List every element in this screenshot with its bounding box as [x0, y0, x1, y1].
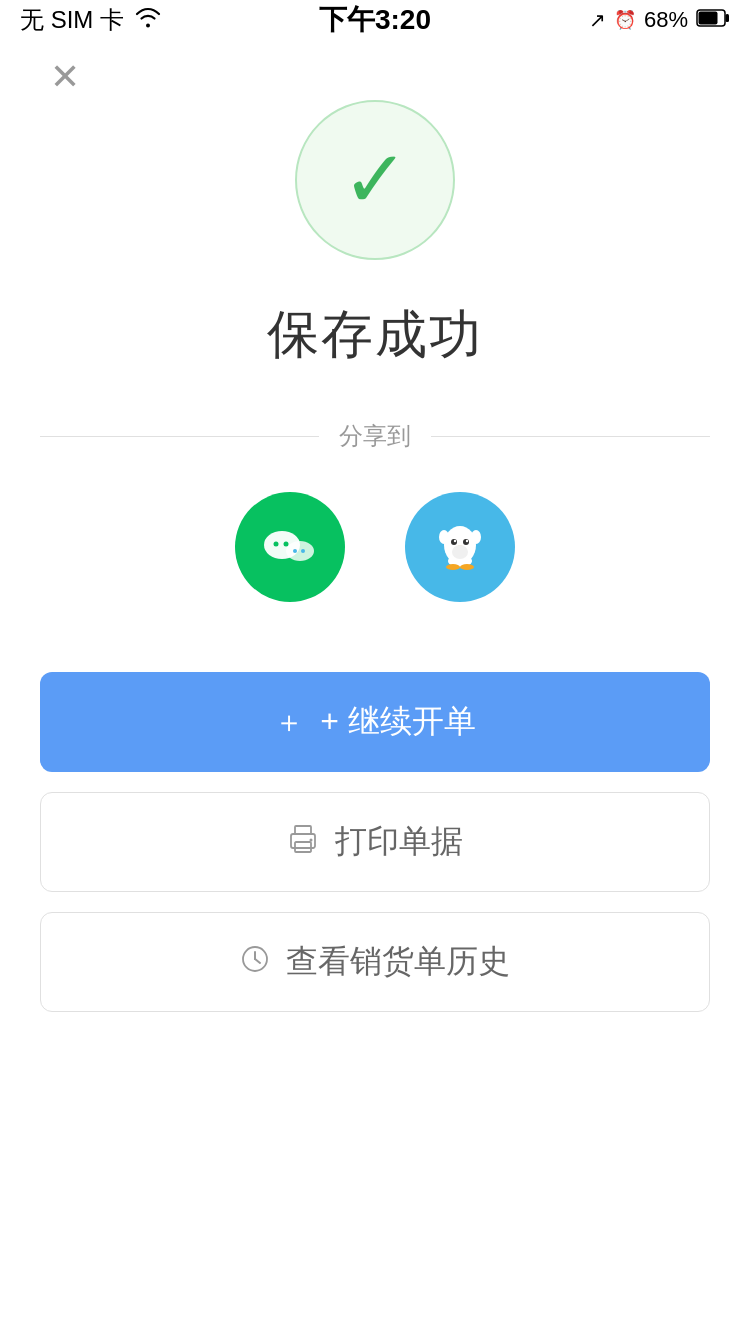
- continue-label: + 继续开单: [320, 700, 476, 744]
- alarm-icon: ⏰: [614, 9, 636, 31]
- plus-icon: ＋: [274, 702, 304, 743]
- wechat-share-button[interactable]: [235, 492, 345, 602]
- wifi-icon: [134, 6, 162, 34]
- svg-rect-2: [699, 12, 718, 25]
- wechat-icon: [258, 515, 322, 579]
- success-title: 保存成功: [267, 300, 483, 370]
- divider-line-right: [431, 436, 710, 437]
- svg-point-19: [446, 564, 460, 570]
- svg-point-4: [286, 541, 314, 561]
- status-right: ↗ ⏰ 68%: [589, 7, 730, 33]
- svg-rect-23: [295, 842, 311, 852]
- share-divider: 分享到: [0, 420, 750, 452]
- continue-button[interactable]: ＋ + 继续开单: [40, 672, 710, 772]
- status-bar: 无 SIM 卡 下午3:20 ↗ ⏰ 68%: [0, 0, 750, 40]
- history-label: 查看销货单历史: [286, 940, 510, 984]
- svg-point-6: [284, 542, 289, 547]
- svg-point-18: [452, 545, 468, 559]
- no-sim-text: 无 SIM 卡: [20, 4, 124, 36]
- svg-point-12: [463, 539, 469, 545]
- svg-point-5: [274, 542, 279, 547]
- svg-point-17: [471, 530, 481, 544]
- svg-point-16: [439, 530, 449, 544]
- print-label: 打印单据: [335, 820, 463, 864]
- svg-line-27: [255, 959, 260, 963]
- svg-point-13: [454, 540, 456, 542]
- location-icon: ↗: [589, 8, 606, 32]
- success-circle: ✓: [295, 100, 455, 260]
- print-button[interactable]: 打印单据: [40, 792, 710, 892]
- printer-icon: [287, 824, 319, 861]
- main-content: ✓ 保存成功 分享到: [0, 40, 750, 1012]
- status-left: 无 SIM 卡: [20, 4, 162, 36]
- clock-icon: [240, 944, 270, 981]
- svg-rect-1: [726, 14, 730, 22]
- svg-point-8: [301, 549, 305, 553]
- close-button[interactable]: ✕: [40, 52, 90, 102]
- divider-line-left: [40, 436, 319, 437]
- qq-share-button[interactable]: [405, 492, 515, 602]
- history-button[interactable]: 查看销货单历史: [40, 912, 710, 1012]
- share-icons: [235, 492, 515, 602]
- share-to-label: 分享到: [319, 420, 431, 452]
- status-time: 下午3:20: [319, 1, 431, 39]
- battery-percent: 68%: [644, 7, 688, 33]
- svg-point-24: [310, 838, 313, 841]
- close-icon: ✕: [50, 56, 80, 98]
- svg-point-7: [293, 549, 297, 553]
- svg-point-14: [466, 540, 468, 542]
- svg-point-11: [451, 539, 457, 545]
- svg-point-20: [460, 564, 474, 570]
- svg-rect-22: [295, 826, 311, 834]
- battery-icon: [696, 7, 730, 33]
- qq-icon: [431, 515, 489, 579]
- action-buttons: ＋ + 继续开单 打印单据: [0, 672, 750, 1012]
- checkmark-icon: ✓: [342, 140, 409, 220]
